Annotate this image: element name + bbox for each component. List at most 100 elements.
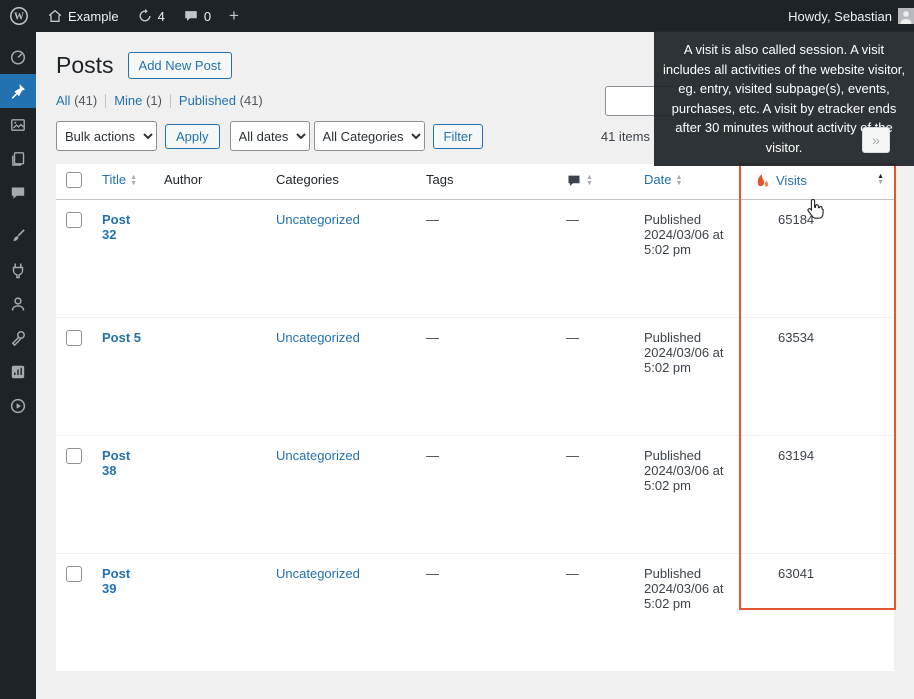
home-icon <box>48 9 62 22</box>
column-header-author: Author <box>154 164 266 200</box>
column-header-date[interactable]: Date ▲ ▼ <box>634 164 744 200</box>
page-title: Posts <box>56 52 114 78</box>
sidebar-item-media[interactable] <box>0 108 36 142</box>
category-link[interactable]: Uncategorized <box>276 566 360 581</box>
column-header-tags: Tags <box>416 164 556 200</box>
updates-icon <box>139 8 151 22</box>
category-link[interactable]: Uncategorized <box>276 330 360 345</box>
tags-cell: — <box>416 199 556 318</box>
posts-table: Title ▲ ▼ Author Categories Tags ▲ ▼ Date ▲ ▼ <box>56 164 894 672</box>
view-published-link[interactable]: Published <box>179 93 236 108</box>
sort-arrows-icon: ▲ ▼ <box>877 173 884 186</box>
view-published: Published (41) <box>171 94 271 108</box>
admin-sidebar <box>0 32 36 699</box>
posts-table-wrap: Title ▲ ▼ Author Categories Tags ▲ ▼ Date ▲ ▼ <box>56 163 896 672</box>
pagination-last-button[interactable]: » <box>862 127 890 153</box>
play-circle-icon <box>10 398 26 414</box>
tags-cell: — <box>416 317 556 436</box>
comments-count: 0 <box>203 8 212 24</box>
post-title-link[interactable]: Post 32 <box>102 212 130 242</box>
tags-cell: — <box>416 553 556 672</box>
paintbrush-icon <box>13 229 25 242</box>
site-name-menu[interactable]: Example <box>38 0 128 32</box>
category-link[interactable]: Uncategorized <box>276 212 360 227</box>
sort-arrows-icon: ▲ ▼ <box>586 173 593 187</box>
author-cell <box>154 435 266 554</box>
howdy-text[interactable]: Howdy, Sebastian <box>788 9 892 24</box>
media-icon <box>11 119 25 131</box>
pushpin-icon <box>11 84 25 99</box>
row-checkbox[interactable] <box>66 330 82 346</box>
admin-bar: W Example 4 0 + Howdy, Sebastian <box>0 0 914 32</box>
comments-cell: — <box>556 435 634 554</box>
date-cell: Published 2024/03/06 at 5:02 pm <box>634 553 744 672</box>
svg-text:W: W <box>14 12 24 23</box>
apply-button[interactable]: Apply <box>165 123 220 149</box>
new-content-menu[interactable]: + <box>220 0 248 32</box>
visits-cell: 63041 <box>744 553 894 672</box>
sidebar-item-users[interactable] <box>0 287 36 321</box>
category-link[interactable]: Uncategorized <box>276 448 360 463</box>
view-mine-count: (1) <box>146 93 162 108</box>
table-row: Post 5 Uncategorized — — Published 2024/… <box>56 317 894 436</box>
row-checkbox[interactable] <box>66 448 82 464</box>
sidebar-item-appearance[interactable] <box>0 219 36 253</box>
tags-cell: — <box>416 435 556 554</box>
comment-bubble-icon <box>568 175 580 186</box>
sidebar-item-comments[interactable] <box>0 176 36 210</box>
wordpress-logo-icon[interactable]: W <box>0 0 38 32</box>
post-title-link[interactable]: Post 38 <box>102 448 136 478</box>
sidebar-item-pages[interactable] <box>0 142 36 176</box>
select-all-checkbox[interactable] <box>66 172 82 188</box>
table-row: Post 39 Uncategorized — — Published 2024… <box>56 553 894 672</box>
filter-button[interactable]: Filter <box>432 123 484 149</box>
row-checkbox[interactable] <box>66 212 82 228</box>
column-header-title[interactable]: Title ▲ ▼ <box>92 164 154 200</box>
add-new-post-button[interactable]: Add New Post <box>127 52 232 79</box>
updates-menu[interactable]: 4 <box>128 0 174 32</box>
view-mine-link[interactable]: Mine <box>114 93 142 108</box>
table-row: Post 32 Uncategorized — — Published 2024… <box>56 199 894 318</box>
date-cell: Published 2024/03/06 at 5:02 pm <box>634 199 744 318</box>
comments-bubble-icon <box>185 11 197 21</box>
sidebar-item-posts[interactable] <box>0 74 36 108</box>
column-header-visits[interactable]: Visits ▲ ▼ <box>744 164 894 200</box>
sidebar-item-dashboard[interactable] <box>0 40 36 74</box>
visits-cell: 65184 <box>744 199 894 318</box>
comments-menu[interactable]: 0 <box>174 0 220 32</box>
view-published-count: (41) <box>239 93 263 108</box>
view-all-link[interactable]: All <box>56 93 70 108</box>
wrench-icon <box>11 331 25 347</box>
etracker-icon <box>757 174 769 187</box>
column-header-comments[interactable]: ▲ ▼ <box>556 164 634 200</box>
comments-cell: — <box>556 199 634 318</box>
author-cell <box>154 317 266 436</box>
updates-count: 4 <box>157 8 165 24</box>
comments-cell: — <box>556 553 634 672</box>
categories-filter-select[interactable]: All Categories <box>313 121 425 151</box>
sidebar-item-tools[interactable] <box>0 321 36 355</box>
sidebar-item-plugins[interactable] <box>0 253 36 287</box>
visits-cell: 63194 <box>744 435 894 554</box>
post-title-link[interactable]: Post 5 <box>102 330 141 345</box>
table-header-row: Title ▲ ▼ Author Categories Tags ▲ ▼ Date ▲ ▼ <box>56 164 894 200</box>
row-checkbox[interactable] <box>66 566 82 582</box>
sort-arrows-icon: ▲ ▼ <box>130 173 138 187</box>
site-name: Example <box>68 8 119 24</box>
sidebar-item-settings[interactable] <box>0 355 36 389</box>
pages-icon <box>12 152 25 166</box>
user-icon <box>11 297 25 311</box>
view-mine: Mine (1) <box>106 94 171 108</box>
bulk-actions-select[interactable]: Bulk actions <box>56 121 157 151</box>
plus-icon: + <box>229 6 239 25</box>
author-cell <box>154 553 266 672</box>
column-header-categories: Categories <box>266 164 416 200</box>
sidebar-item-etracker[interactable] <box>0 389 36 423</box>
settings-icon <box>11 365 25 379</box>
dates-filter-select[interactable]: All dates <box>229 121 310 151</box>
post-title-link[interactable]: Post 39 <box>102 566 136 596</box>
author-cell <box>154 199 266 318</box>
avatar[interactable] <box>898 8 914 24</box>
dashboard-icon <box>10 50 26 65</box>
date-cell: Published 2024/03/06 at 5:02 pm <box>634 435 744 554</box>
